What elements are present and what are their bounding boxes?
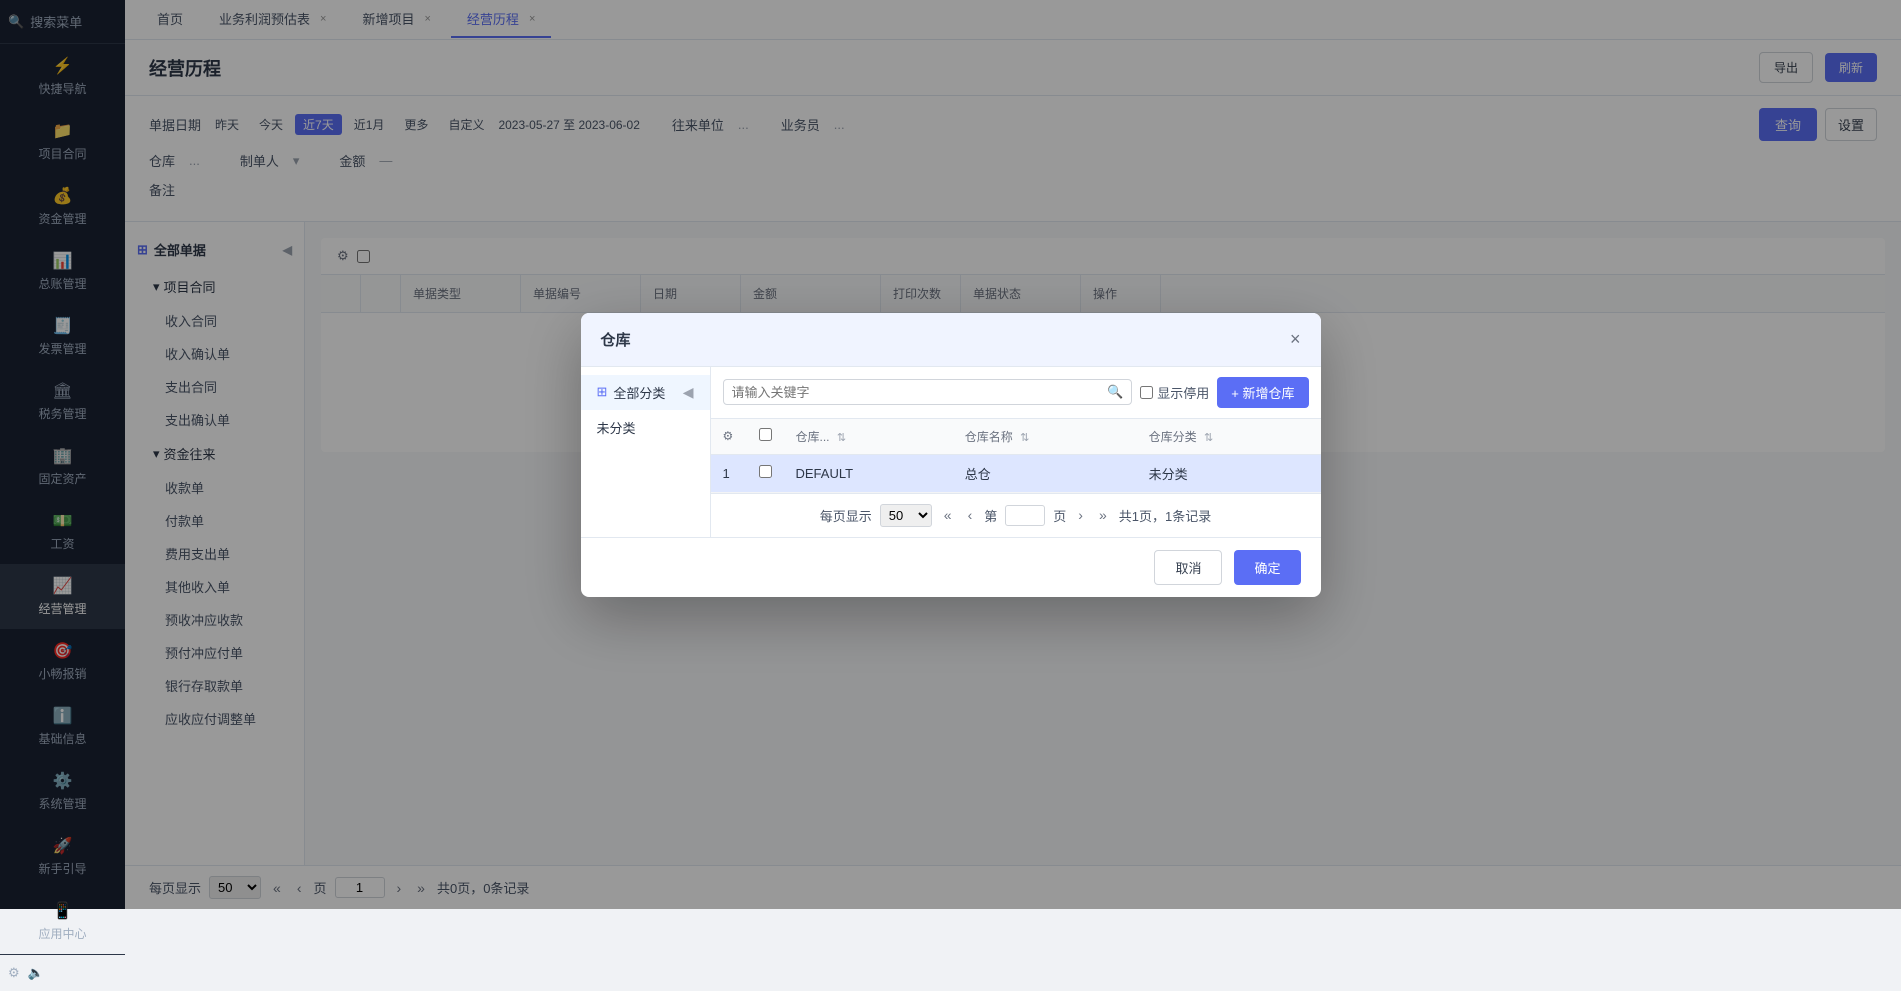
modal-last-btn[interactable]: » — [1095, 505, 1111, 525]
search-icon2[interactable]: 🔍 — [1107, 384, 1123, 400]
modal-col-category[interactable]: 仓库分类 ⇅ — [1137, 419, 1321, 455]
modal-footer: 取消 确定 — [581, 537, 1321, 597]
modal-col-settings[interactable]: ⚙ — [711, 419, 747, 455]
grid-icon2: ⊞ — [597, 384, 608, 400]
add-warehouse-button[interactable]: + 新增仓库 — [1217, 377, 1308, 408]
modal-select-all[interactable] — [759, 428, 772, 441]
modal-overlay: 仓库 × ⊞ 全部分类 ◀ 未分类 — [0, 0, 1901, 909]
modal-col-checkbox — [747, 419, 784, 455]
sidebar-bottom: ⚙ 🔈 — [0, 954, 125, 991]
modal-table: ⚙ 仓库... ⇅ 仓库名称 ⇅ — [711, 419, 1321, 493]
modal-search-box[interactable]: 🔍 — [723, 379, 1133, 405]
uncategorized-label: 未分类 — [597, 418, 636, 437]
modal-search-input[interactable] — [732, 385, 1104, 400]
modal-col-name[interactable]: 仓库名称 ⇅ — [953, 419, 1137, 455]
modal-per-page-label: 每页显示 — [820, 506, 872, 525]
sort-icon-code: ⇅ — [837, 431, 846, 444]
modal-col-code[interactable]: 仓库... ⇅ — [784, 419, 953, 455]
show-disabled-checkbox[interactable] — [1140, 386, 1153, 399]
row-category: 未分类 — [1137, 454, 1321, 492]
modal-all-category[interactable]: ⊞ 全部分类 ◀ — [581, 375, 710, 410]
modal-left-panel: ⊞ 全部分类 ◀ 未分类 — [581, 367, 711, 537]
modal-toolbar: 🔍 显示停用 + 新增仓库 — [711, 367, 1321, 419]
cancel-button[interactable]: 取消 — [1154, 550, 1222, 585]
modal-code-label: 仓库... — [796, 430, 830, 444]
modal-close-button[interactable]: × — [1290, 329, 1301, 350]
sort-icon-name: ⇅ — [1020, 431, 1029, 444]
modal-per-page-select[interactable]: 50 100 — [880, 504, 932, 527]
settings-icon[interactable]: ⚙ — [8, 965, 20, 981]
all-category-label: 全部分类 — [613, 383, 665, 402]
modal-category-label: 仓库分类 — [1149, 430, 1197, 444]
row-name: 总仓 — [953, 454, 1137, 492]
show-disabled-text: 显示停用 — [1157, 383, 1209, 402]
modal-total-text: 共1页，1条记录 — [1119, 506, 1211, 525]
sound-icon[interactable]: 🔈 — [28, 965, 44, 981]
row-code: DEFAULT — [784, 454, 953, 492]
warehouse-modal: 仓库 × ⊞ 全部分类 ◀ 未分类 — [581, 313, 1321, 597]
modal-right-panel: 🔍 显示停用 + 新增仓库 ⚙ — [711, 367, 1321, 537]
collapse-button[interactable]: ◀ — [683, 384, 694, 401]
row-settings: 1 — [711, 454, 747, 492]
modal-table-row[interactable]: 1 DEFAULT 总仓 未分类 — [711, 454, 1321, 492]
modal-pagination: 每页显示 50 100 « ‹ 第 1 页 › » 共1页，1条记录 — [711, 493, 1321, 537]
modal-header: 仓库 × — [581, 313, 1321, 367]
modal-title: 仓库 — [601, 329, 631, 350]
show-disabled-label: 显示停用 — [1140, 383, 1209, 402]
modal-page-label: 第 — [984, 506, 997, 525]
modal-uncategorized[interactable]: 未分类 — [581, 410, 710, 445]
sort-icon-category: ⇅ — [1204, 431, 1213, 444]
row-checkbox[interactable] — [747, 454, 784, 492]
modal-page-suffix: 页 — [1053, 506, 1066, 525]
confirm-button[interactable]: 确定 — [1234, 550, 1300, 585]
modal-prev-btn[interactable]: ‹ — [964, 505, 977, 525]
row-check[interactable] — [759, 465, 772, 478]
modal-page-input[interactable]: 1 — [1005, 505, 1045, 526]
modal-next-btn[interactable]: › — [1074, 505, 1087, 525]
sidebar-item-label: 应用中心 — [38, 925, 86, 942]
modal-body: ⊞ 全部分类 ◀ 未分类 🔍 显示停用 — [581, 367, 1321, 537]
modal-first-btn[interactable]: « — [940, 505, 956, 525]
modal-name-label: 仓库名称 — [965, 430, 1013, 444]
